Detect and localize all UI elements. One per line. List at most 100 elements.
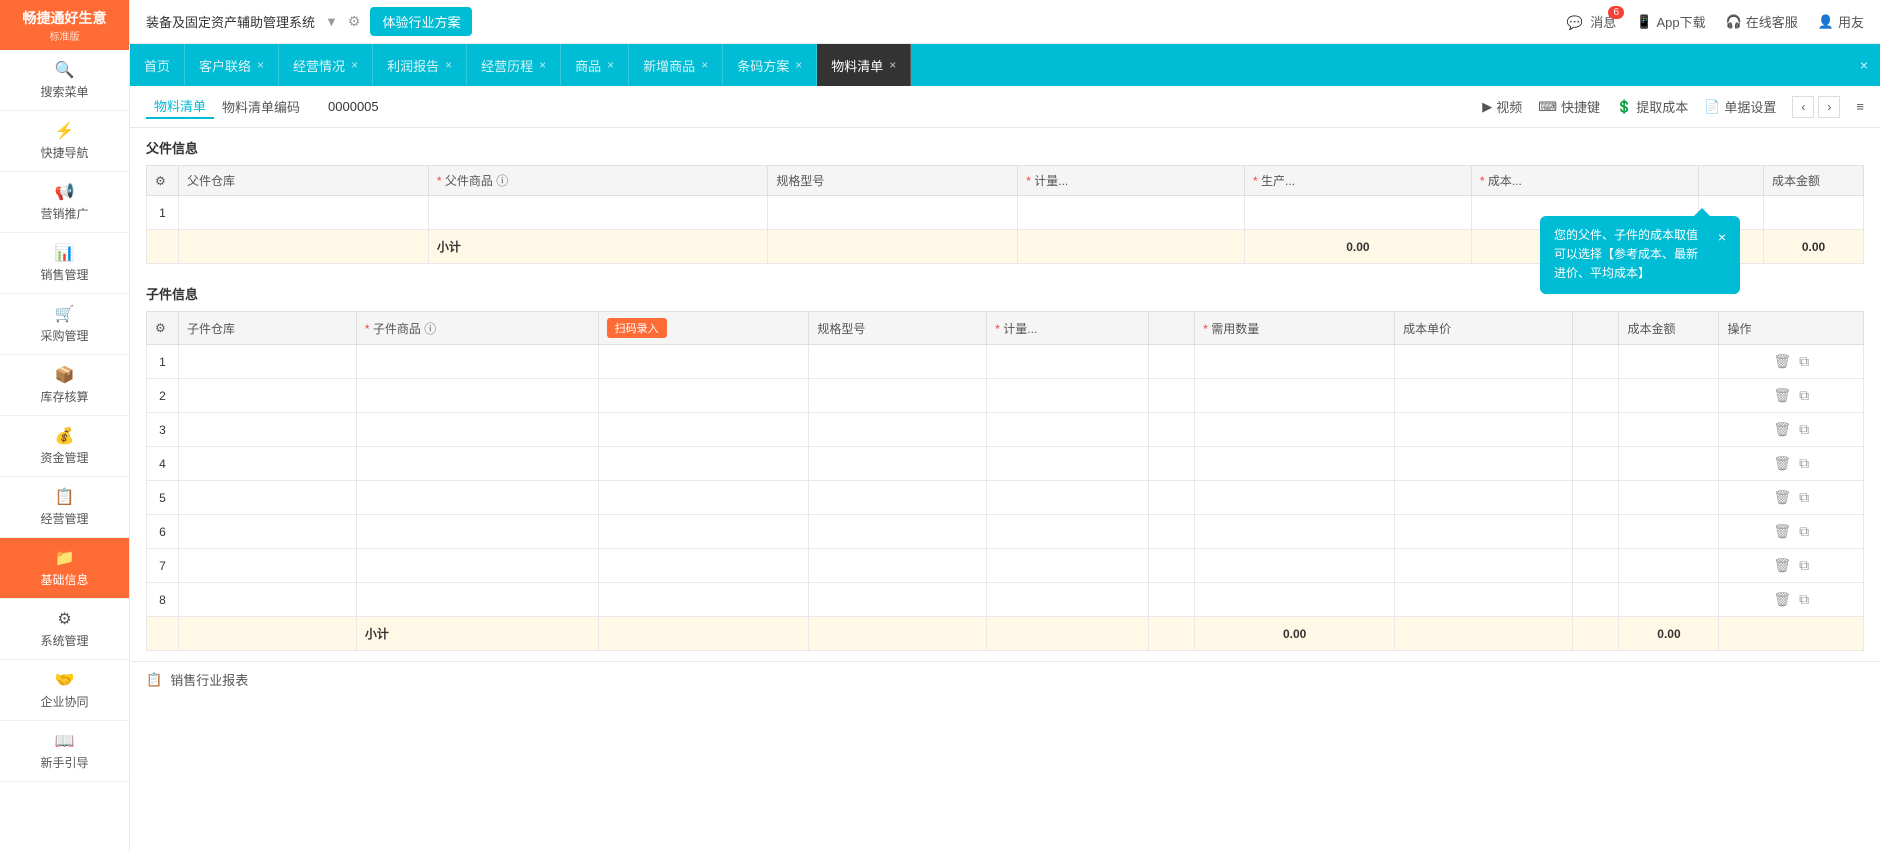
nav-tab-4[interactable]: 经营历程× (467, 44, 561, 86)
child-product-cell-3[interactable] (356, 447, 598, 481)
child-col-scan[interactable]: 扫码录入 (598, 312, 809, 345)
copy-icon-7[interactable]: ⧉ (1799, 591, 1809, 608)
sidebar-item-9[interactable]: ⚙系统管理 (0, 599, 129, 660)
child-spec-cell-2[interactable] (809, 413, 987, 447)
child-unit-cost-cell-6[interactable] (1395, 549, 1573, 583)
tooltip-close-button[interactable]: × (1718, 226, 1726, 248)
parent-col-settings[interactable]: ⚙ (147, 166, 179, 196)
child-qty-cell-7[interactable] (1195, 583, 1395, 617)
child-warehouse-cell-2[interactable] (179, 413, 357, 447)
child-unit-cell-4[interactable] (987, 481, 1148, 515)
child-qty-cell-4[interactable] (1195, 481, 1395, 515)
nav-tab-2[interactable]: 经营情况× (279, 44, 373, 86)
child-unit-cost-cell-4[interactable] (1395, 481, 1573, 515)
child-col-settings[interactable]: ⚙ (147, 312, 179, 345)
sidebar-item-6[interactable]: 💰资金管理 (0, 416, 129, 477)
child-product-cell-1[interactable] (356, 379, 598, 413)
child-warehouse-cell-1[interactable] (179, 379, 357, 413)
child-qty-cell-3[interactable] (1195, 447, 1395, 481)
scan-input-button[interactable]: 扫码录入 (607, 318, 667, 338)
delete-icon-4[interactable]: 🗑 (1773, 489, 1791, 506)
extract-cost-button[interactable]: 💲 提取成本 (1616, 97, 1688, 116)
app-download-button[interactable]: 📱 App下载 (1636, 12, 1705, 31)
nav-tab-close-5[interactable]: × (607, 58, 614, 72)
nav-tab-close-1[interactable]: × (257, 58, 264, 72)
child-spec-cell-0[interactable] (809, 345, 987, 379)
delete-icon-5[interactable]: 🗑 (1773, 523, 1791, 540)
child-product-cell-4[interactable] (356, 481, 598, 515)
sidebar-item-7[interactable]: 📋经营管理 (0, 477, 129, 538)
delete-icon-3[interactable]: 🗑 (1773, 455, 1791, 472)
document-settings-button[interactable]: 📄 单据设置 (1704, 97, 1776, 116)
nav-tab-close-3[interactable]: × (445, 58, 452, 72)
sidebar-item-3[interactable]: 📊销售管理 (0, 233, 129, 294)
settings-icon[interactable]: ⚙ (348, 13, 361, 30)
child-qty-cell-6[interactable] (1195, 549, 1395, 583)
child-spec-cell-4[interactable] (809, 481, 987, 515)
user-button[interactable]: 👤 用友 (1818, 12, 1864, 31)
child-unit-cost-cell-2[interactable] (1395, 413, 1573, 447)
child-unit-cost-cell-1[interactable] (1395, 379, 1573, 413)
child-product-cell-6[interactable] (356, 549, 598, 583)
nav-tab-7[interactable]: 条码方案× (723, 44, 817, 86)
child-unit-cell-5[interactable] (987, 515, 1148, 549)
parent-unit-cell[interactable] (1018, 196, 1245, 230)
delete-icon-2[interactable]: 🗑 (1773, 421, 1791, 438)
view-video-button[interactable]: ▶ 视频 (1482, 97, 1522, 116)
child-product-cell-0[interactable] (356, 345, 598, 379)
next-page-button[interactable]: › (1818, 96, 1840, 118)
child-spec-cell-3[interactable] (809, 447, 987, 481)
copy-icon-1[interactable]: ⧉ (1799, 387, 1809, 404)
delete-icon-0[interactable]: 🗑 (1773, 353, 1791, 370)
child-unit-cost-cell-3[interactable] (1395, 447, 1573, 481)
parent-product-cell[interactable] (428, 196, 768, 230)
child-warehouse-cell-0[interactable] (179, 345, 357, 379)
nav-tab-0[interactable]: 首页 (130, 44, 185, 86)
online-service-button[interactable]: 🎧 在线客服 (1726, 12, 1798, 31)
sidebar-item-1[interactable]: ⚡快捷导航 (0, 111, 129, 172)
child-unit-cell-3[interactable] (987, 447, 1148, 481)
child-unit-cell-7[interactable] (987, 583, 1148, 617)
sidebar-item-0[interactable]: 🔍搜索菜单 (0, 50, 129, 111)
nav-tab-close-7[interactable]: × (795, 58, 802, 72)
close-all-tabs-button[interactable]: × (1848, 57, 1880, 73)
dropdown-arrow-icon[interactable]: ▼ (325, 14, 338, 29)
parent-warehouse-cell[interactable] (179, 196, 429, 230)
sidebar-item-2[interactable]: 📢营销推广 (0, 172, 129, 233)
child-spec-cell-6[interactable] (809, 549, 987, 583)
parent-produce-cell[interactable] (1245, 196, 1472, 230)
child-qty-cell-1[interactable] (1195, 379, 1395, 413)
delete-icon-6[interactable]: 🗑 (1773, 557, 1791, 574)
sidebar-item-10[interactable]: 🤝企业协同 (0, 660, 129, 721)
shortcut-button[interactable]: ⌨ 快捷键 (1538, 97, 1600, 116)
child-unit-cost-cell-0[interactable] (1395, 345, 1573, 379)
copy-icon-3[interactable]: ⧉ (1799, 455, 1809, 472)
nav-tab-8[interactable]: 物料清单× (817, 44, 911, 86)
copy-icon-5[interactable]: ⧉ (1799, 523, 1809, 540)
sidebar-item-8[interactable]: 📁基础信息 (0, 538, 129, 599)
nav-tab-5[interactable]: 商品× (561, 44, 629, 86)
prev-page-button[interactable]: ‹ (1792, 96, 1814, 118)
child-product-cell-2[interactable] (356, 413, 598, 447)
nav-tab-close-2[interactable]: × (351, 58, 358, 72)
child-product-cell-5[interactable] (356, 515, 598, 549)
nav-tab-1[interactable]: 客户联络× (185, 44, 279, 86)
sidebar-item-5[interactable]: 📦库存核算 (0, 355, 129, 416)
sidebar-item-4[interactable]: 🛒采购管理 (0, 294, 129, 355)
delete-icon-1[interactable]: 🗑 (1773, 387, 1791, 404)
child-qty-cell-5[interactable] (1195, 515, 1395, 549)
child-warehouse-cell-4[interactable] (179, 481, 357, 515)
child-product-cell-7[interactable] (356, 583, 598, 617)
nav-tab-close-4[interactable]: × (539, 58, 546, 72)
sidebar-item-11[interactable]: 📖新手引导 (0, 721, 129, 782)
child-warehouse-cell-6[interactable] (179, 549, 357, 583)
delete-icon-7[interactable]: 🗑 (1773, 591, 1791, 608)
copy-icon-0[interactable]: ⧉ (1799, 353, 1809, 370)
page-tab-bill-code[interactable]: 物料清单编码 (214, 95, 308, 118)
child-unit-cell-2[interactable] (987, 413, 1148, 447)
child-spec-cell-5[interactable] (809, 515, 987, 549)
child-warehouse-cell-7[interactable] (179, 583, 357, 617)
expand-button[interactable]: ≡ (1856, 99, 1864, 114)
child-qty-cell-2[interactable] (1195, 413, 1395, 447)
copy-icon-4[interactable]: ⧉ (1799, 489, 1809, 506)
